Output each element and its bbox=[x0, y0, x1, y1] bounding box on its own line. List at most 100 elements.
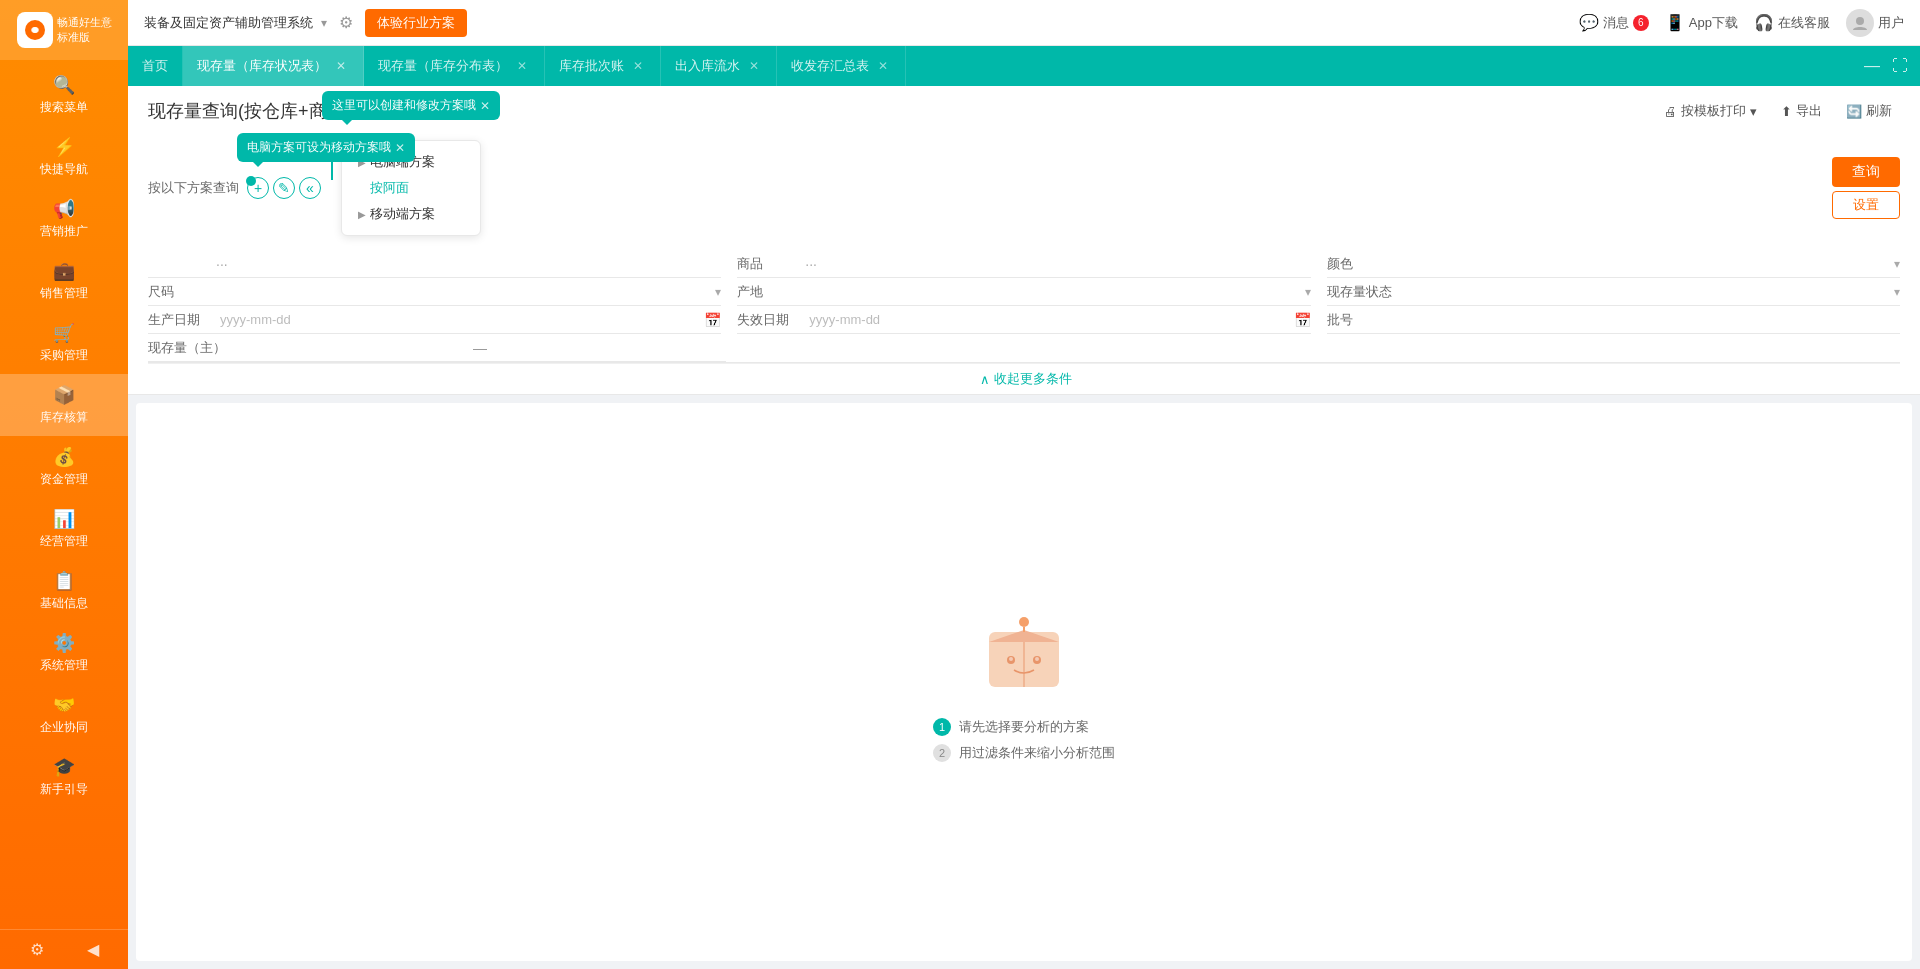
produce-date-calendar-icon[interactable]: 📅 bbox=[704, 312, 721, 328]
size-input[interactable] bbox=[216, 282, 707, 301]
support-action[interactable]: 🎧 在线客服 bbox=[1754, 13, 1830, 32]
origin-input[interactable] bbox=[805, 282, 1296, 301]
print-dropdown-icon: ▾ bbox=[1750, 104, 1757, 119]
tab-close-batch[interactable]: ✕ bbox=[630, 58, 646, 74]
sidebar-item-enterprise[interactable]: 🤝 企业协同 bbox=[0, 684, 128, 746]
filter-row1: 按以下方案查询 + ✎ « 电脑方案可设为移动方案哦 ✕ bbox=[148, 140, 1900, 244]
tab-bar: 首页 现存量（库存状况表） ✕ 现存量（库存分布表） ✕ 库存批次账 ✕ 出入库… bbox=[128, 46, 1920, 86]
export-btn[interactable]: ⬆ 导出 bbox=[1773, 98, 1830, 124]
management-icon: 📊 bbox=[53, 508, 75, 530]
top-header: 装备及固定资产辅助管理系统 ▾ ⚙ 体验行业方案 💬 消息 6 📱 App下载 … bbox=[128, 0, 1920, 46]
tab-close-summary[interactable]: ✕ bbox=[875, 58, 891, 74]
sidebar-item-management[interactable]: 📊 经营管理 bbox=[0, 498, 128, 560]
product-dots[interactable]: ··· bbox=[805, 256, 817, 272]
message-action[interactable]: 💬 消息 6 bbox=[1579, 13, 1649, 32]
filter-field-origin: 产地 ▾ bbox=[737, 282, 1310, 306]
filter-field-expire-date: 失效日期 📅 bbox=[737, 310, 1310, 334]
guide-icon: 🎓 bbox=[53, 756, 75, 778]
origin-dropdown-icon[interactable]: ▾ bbox=[1305, 285, 1311, 299]
warehouse-dots[interactable]: ··· bbox=[216, 256, 228, 272]
tab-summary[interactable]: 收发存汇总表 ✕ bbox=[777, 46, 906, 86]
user-action[interactable]: 用户 bbox=[1846, 9, 1904, 37]
svg-point-8 bbox=[1035, 657, 1039, 661]
sidebar-nav: 🔍 搜索菜单 ⚡ 快捷导航 📢 营销推广 💼 销售管理 🛒 采购管理 📦 库存核… bbox=[0, 64, 128, 929]
filter-field-size: 尺码 ▾ bbox=[148, 282, 721, 306]
sidebar-bottom: ⚙ ◀ bbox=[0, 929, 128, 969]
set-button[interactable]: 设置 bbox=[1832, 191, 1900, 219]
filter-label: 按以下方案查询 bbox=[148, 179, 239, 197]
industry-button[interactable]: 体验行业方案 bbox=[365, 9, 467, 37]
size-dropdown-icon[interactable]: ▾ bbox=[715, 285, 721, 299]
export-icon: ⬆ bbox=[1781, 104, 1792, 119]
tooltip1-close[interactable]: ✕ bbox=[395, 141, 405, 155]
tab-inventory-status[interactable]: 现存量（库存状况表） ✕ bbox=[183, 46, 364, 86]
tab-batch[interactable]: 库存批次账 ✕ bbox=[545, 46, 661, 86]
tab-minimize-btn[interactable]: — bbox=[1860, 55, 1884, 77]
print-icon: 🖨 bbox=[1664, 104, 1677, 119]
scheme-item-1[interactable]: 按阿面 bbox=[350, 175, 472, 201]
svg-point-9 bbox=[1019, 617, 1029, 627]
sidebar-item-guide[interactable]: 🎓 新手引导 bbox=[0, 746, 128, 808]
sidebar-item-finance[interactable]: 💰 资金管理 bbox=[0, 436, 128, 498]
sidebar-item-basic[interactable]: 📋 基础信息 bbox=[0, 560, 128, 622]
prev-scheme-btn[interactable]: « bbox=[299, 177, 321, 199]
stock-status-input[interactable] bbox=[1400, 282, 1886, 301]
collapse-icon: ∧ bbox=[980, 372, 990, 387]
sidebar-item-inventory[interactable]: 📦 库存核算 bbox=[0, 374, 128, 436]
tooltip-scheme-mobile: 电脑方案可设为移动方案哦 ✕ bbox=[237, 133, 415, 162]
tab-close-inventory-dist[interactable]: ✕ bbox=[514, 58, 530, 74]
stock-status-dropdown-icon[interactable]: ▾ bbox=[1894, 285, 1900, 299]
expire-date-input[interactable] bbox=[805, 310, 1285, 329]
logo-icon bbox=[17, 12, 53, 48]
tab-home[interactable]: 首页 bbox=[128, 46, 183, 86]
sidebar-item-purchase[interactable]: 🛒 采购管理 bbox=[0, 312, 128, 374]
tab-flow[interactable]: 出入库流水 ✕ bbox=[661, 46, 777, 86]
message-badge: 6 bbox=[1633, 15, 1649, 31]
app-download-action[interactable]: 📱 App下载 bbox=[1665, 13, 1738, 32]
svg-point-7 bbox=[1009, 657, 1013, 661]
phone-icon: 📱 bbox=[1665, 13, 1685, 32]
sidebar-item-search[interactable]: 🔍 搜索菜单 bbox=[0, 64, 128, 126]
filter-field-batch: 批号 bbox=[1327, 310, 1900, 334]
empty-step-1: 1 请先选择要分析的方案 bbox=[933, 718, 1115, 736]
quicknav-icon: ⚡ bbox=[53, 136, 75, 158]
stock-qty-min-input[interactable] bbox=[234, 338, 465, 357]
sidebar-logo: 畅通好生意 标准版 bbox=[0, 0, 128, 60]
sidebar-settings-btn[interactable]: ⚙ bbox=[30, 940, 44, 959]
batch-input[interactable] bbox=[1395, 310, 1900, 329]
btn-group-right: 查询 设置 bbox=[1832, 157, 1900, 219]
tab-close-inventory-status[interactable]: ✕ bbox=[333, 58, 349, 74]
headset-icon: 🎧 bbox=[1754, 13, 1774, 32]
scheme-mobile-group[interactable]: ▶ 移动端方案 bbox=[350, 201, 472, 227]
color-input[interactable] bbox=[1395, 254, 1886, 273]
sidebar-item-sales[interactable]: 💼 销售管理 bbox=[0, 250, 128, 312]
user-avatar bbox=[1846, 9, 1874, 37]
sales-icon: 💼 bbox=[53, 260, 75, 282]
tab-maximize-btn[interactable]: ⛶ bbox=[1888, 55, 1912, 77]
dot-indicator bbox=[246, 176, 256, 186]
filter-field-product: 商品 ··· bbox=[737, 254, 1310, 278]
sidebar-item-system[interactable]: ⚙️ 系统管理 bbox=[0, 622, 128, 684]
print-btn[interactable]: 🖨 按模板打印 ▾ bbox=[1656, 98, 1765, 124]
produce-date-input[interactable] bbox=[216, 310, 696, 329]
sidebar-item-marketing[interactable]: 📢 营销推广 bbox=[0, 188, 128, 250]
query-button[interactable]: 查询 bbox=[1832, 157, 1900, 187]
tab-close-flow[interactable]: ✕ bbox=[746, 58, 762, 74]
sidebar-collapse-btn[interactable]: ◀ bbox=[87, 940, 99, 959]
refresh-btn[interactable]: 🔄 刷新 bbox=[1838, 98, 1900, 124]
sidebar-item-quicknav[interactable]: ⚡ 快捷导航 bbox=[0, 126, 128, 188]
page-actions: 🖨 按模板打印 ▾ ⬆ 导出 🔄 刷新 bbox=[1656, 98, 1900, 124]
filter-field-stock-qty: 现存量（主） — bbox=[148, 338, 726, 362]
tab-inventory-dist[interactable]: 现存量（库存分布表） ✕ bbox=[364, 46, 545, 86]
add-scheme-btn[interactable]: + bbox=[247, 177, 269, 199]
stock-qty-max-input[interactable] bbox=[495, 338, 726, 357]
collapse-row[interactable]: ∧ 收起更多条件 bbox=[148, 363, 1900, 394]
expire-date-calendar-icon[interactable]: 📅 bbox=[1294, 312, 1311, 328]
finance-icon: 💰 bbox=[53, 446, 75, 468]
edit-scheme-btn[interactable]: ✎ bbox=[273, 177, 295, 199]
filter-field-warehouse: ··· bbox=[148, 254, 721, 278]
color-dropdown-icon[interactable]: ▾ bbox=[1894, 257, 1900, 271]
tooltip2-close[interactable]: ✕ bbox=[480, 99, 490, 113]
gear-button[interactable]: ⚙ bbox=[335, 9, 357, 36]
filter-area: 按以下方案查询 + ✎ « 电脑方案可设为移动方案哦 ✕ bbox=[148, 132, 1900, 363]
